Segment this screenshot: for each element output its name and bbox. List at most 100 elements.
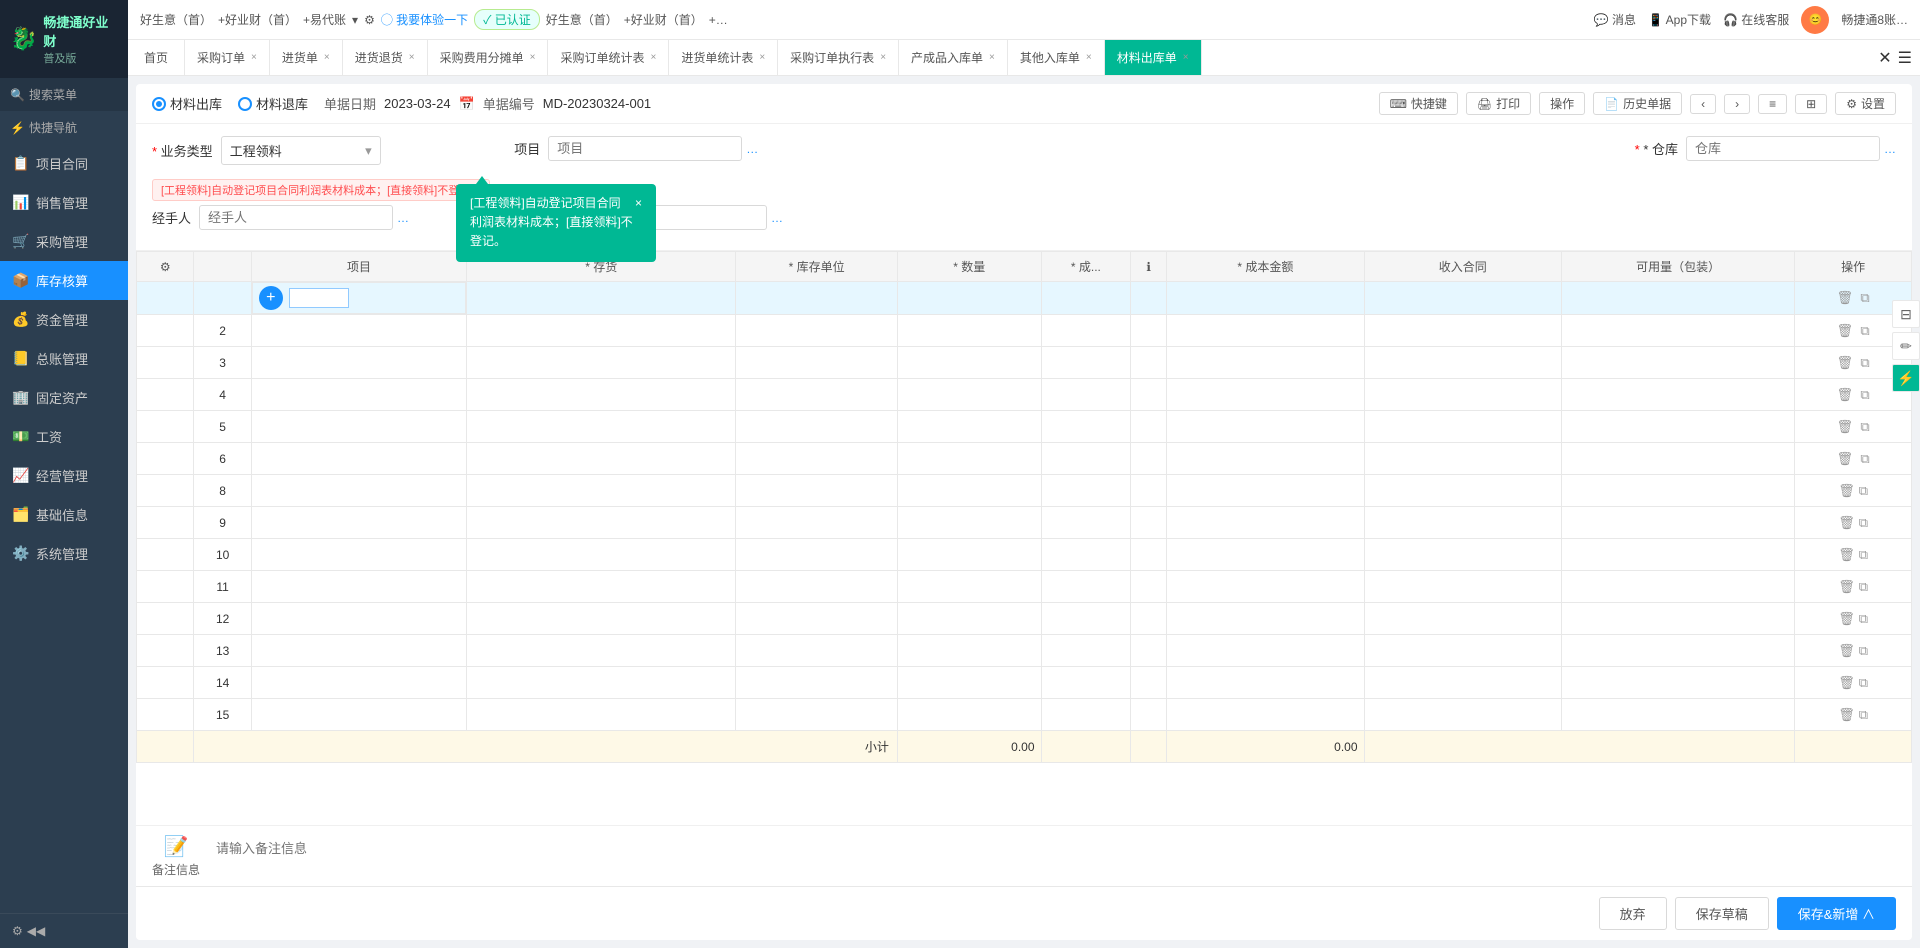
col-gear[interactable]: ⚙ <box>137 252 194 282</box>
tab-purchase-exec[interactable]: 采购订单执行表× <box>778 40 899 76</box>
tab-close-all-icon[interactable]: ✕ <box>1878 48 1891 68</box>
copy-row-btn[interactable]: ⧉ <box>1858 449 1871 469</box>
handler-input[interactable] <box>199 205 393 230</box>
row-inventory[interactable] <box>467 315 736 347</box>
mode-return-radio[interactable]: 材料退库 <box>238 94 308 113</box>
tooltip-close-btn[interactable]: × <box>635 194 642 213</box>
row-project[interactable] <box>251 379 466 411</box>
settings-bottom-icon[interactable]: ⚙ <box>12 924 23 938</box>
copy-row-btn[interactable]: ⧉ <box>1858 288 1871 308</box>
copy-row-btn[interactable]: ⧉ <box>1858 385 1871 405</box>
tab-close-icon[interactable]: × <box>251 52 257 63</box>
print-btn[interactable]: 🖨打印 <box>1466 92 1531 115</box>
project-ellipsis-btn[interactable]: … <box>746 142 758 156</box>
tab-menu-icon[interactable]: ☰ <box>1898 48 1912 68</box>
delete-row-btn[interactable]: 🗑 <box>1836 513 1857 533</box>
row-inventory-1[interactable] <box>467 282 736 315</box>
sidebar-item-project[interactable]: 📋 项目合同 <box>0 144 128 183</box>
copy-row-btn[interactable]: ⧉ <box>1857 609 1870 629</box>
sidebar-item-business[interactable]: 📈 经营管理 <box>0 456 128 495</box>
row-project[interactable] <box>251 347 466 379</box>
project-input[interactable] <box>548 136 742 161</box>
settings-btn[interactable]: ⚙设置 <box>1835 92 1896 115</box>
copy-row-btn[interactable]: ⧉ <box>1857 673 1870 693</box>
sidebar-item-system[interactable]: ⚙️ 系统管理 <box>0 534 128 573</box>
warehouse-input[interactable] <box>1686 136 1880 161</box>
tab-close-icon[interactable]: × <box>759 52 765 63</box>
delete-row-btn[interactable]: 🗑 <box>1836 705 1857 725</box>
prev-btn[interactable]: ‹ <box>1690 94 1716 114</box>
copy-row-btn[interactable]: ⧉ <box>1858 417 1871 437</box>
row-project[interactable] <box>251 315 466 347</box>
income-contract-ellipsis-btn[interactable]: … <box>771 211 783 225</box>
tab-close-icon[interactable]: × <box>530 52 536 63</box>
tab-material-outbound[interactable]: 材料出库单× <box>1105 40 1202 76</box>
warehouse-ellipsis-btn[interactable]: … <box>1884 142 1896 156</box>
float-btn-3[interactable]: ⚡ <box>1892 364 1920 392</box>
handler-ellipsis-btn[interactable]: … <box>397 211 409 225</box>
tab-inbound-return[interactable]: 进货退货× <box>343 40 428 76</box>
tab-home[interactable]: 首页 <box>128 40 185 76</box>
delete-row-btn[interactable]: 🗑 <box>1835 449 1856 469</box>
user-avatar[interactable]: 😊 <box>1801 6 1829 34</box>
delete-row-btn[interactable]: 🗑 <box>1836 545 1857 565</box>
copy-row-btn[interactable]: ⧉ <box>1858 353 1871 373</box>
detail-view-btn[interactable]: ⊞ <box>1795 94 1827 114</box>
copy-row-btn[interactable]: ⧉ <box>1857 577 1870 597</box>
sidebar-item-ledger[interactable]: 📒 总账管理 <box>0 339 128 378</box>
delete-row-btn[interactable]: 🗑 <box>1835 353 1856 373</box>
mode-outbound-radio[interactable]: 材料出库 <box>152 94 222 113</box>
app-download-btn[interactable]: 📱 App下载 <box>1648 11 1711 28</box>
quick-nav-btn[interactable]: ⚡ 快捷导航 <box>0 111 128 144</box>
sidebar-item-sales[interactable]: 📊 销售管理 <box>0 183 128 222</box>
copy-row-btn[interactable]: ⧉ <box>1858 321 1871 341</box>
delete-row-btn[interactable]: 🗑 <box>1836 641 1857 661</box>
delete-row-btn[interactable]: 🗑 <box>1836 577 1857 597</box>
add-row-btn[interactable]: + <box>259 286 283 310</box>
message-btn[interactable]: 💬 消息 <box>1594 11 1636 28</box>
online-service-btn[interactable]: 🎧 在线客服 <box>1723 11 1789 28</box>
tab-close-icon[interactable]: × <box>650 52 656 63</box>
delete-row-btn[interactable]: 🗑 <box>1835 385 1856 405</box>
tab-finished-inbound[interactable]: 产成品入库单× <box>899 40 1008 76</box>
delete-row-btn[interactable]: 🗑 <box>1835 288 1856 308</box>
tab-close-icon[interactable]: × <box>324 52 330 63</box>
delete-row-btn[interactable]: 🗑 <box>1835 321 1856 341</box>
tab-inbound-stats[interactable]: 进货单统计表× <box>669 40 778 76</box>
sidebar-item-purchase[interactable]: 🛒 采购管理 <box>0 222 128 261</box>
topbar-gear[interactable]: ⚙ <box>364 13 375 27</box>
float-btn-2[interactable]: ✏ <box>1892 332 1920 360</box>
topbar-arrow[interactable]: ▾ <box>352 13 358 27</box>
calendar-icon[interactable]: 📅 <box>459 96 475 112</box>
collapse-btn[interactable]: ◀◀ <box>27 924 45 938</box>
copy-row-btn[interactable]: ⧉ <box>1857 641 1870 661</box>
remark-textarea[interactable] <box>212 834 1896 874</box>
copy-row-btn[interactable]: ⧉ <box>1857 545 1870 565</box>
sidebar-item-payroll[interactable]: 💵 工资 <box>0 417 128 456</box>
tab-close-icon[interactable]: × <box>409 52 415 63</box>
delete-row-btn[interactable]: 🗑 <box>1836 481 1857 501</box>
copy-row-btn[interactable]: ⧉ <box>1857 705 1870 725</box>
sidebar-item-inventory[interactable]: 📦 库存核算 <box>0 261 128 300</box>
tab-close-icon[interactable]: × <box>989 52 995 63</box>
tab-purchase-expense[interactable]: 采购费用分摊单× <box>428 40 549 76</box>
tab-other-inbound[interactable]: 其他入库单× <box>1008 40 1105 76</box>
row-input-1[interactable] <box>289 288 349 308</box>
copy-row-btn[interactable]: ⧉ <box>1857 481 1870 501</box>
row-inventory[interactable] <box>467 347 736 379</box>
tab-inbound[interactable]: 进货单× <box>270 40 343 76</box>
shortcut-btn[interactable]: ⌨快捷键 <box>1379 92 1458 115</box>
sidebar-item-assets[interactable]: 🏢 固定资产 <box>0 378 128 417</box>
list-view-btn[interactable]: ≡ <box>1758 94 1787 114</box>
float-btn-1[interactable]: ⊟ <box>1892 300 1920 328</box>
discard-btn[interactable]: 放弃 <box>1599 897 1667 930</box>
save-draft-btn[interactable]: 保存草稿 <box>1675 897 1769 930</box>
topbar-experience[interactable]: ◯ 我要体验一下 <box>381 11 468 28</box>
next-btn[interactable]: › <box>1724 94 1750 114</box>
search-menu-btn[interactable]: 🔍 搜索菜单 <box>0 78 128 111</box>
username[interactable]: 畅捷通8账… <box>1841 11 1908 28</box>
delete-row-btn[interactable]: 🗑 <box>1836 609 1857 629</box>
row-inventory[interactable] <box>467 379 736 411</box>
tab-close-icon[interactable]: × <box>880 52 886 63</box>
history-btn[interactable]: 📄历史单据 <box>1593 92 1682 115</box>
